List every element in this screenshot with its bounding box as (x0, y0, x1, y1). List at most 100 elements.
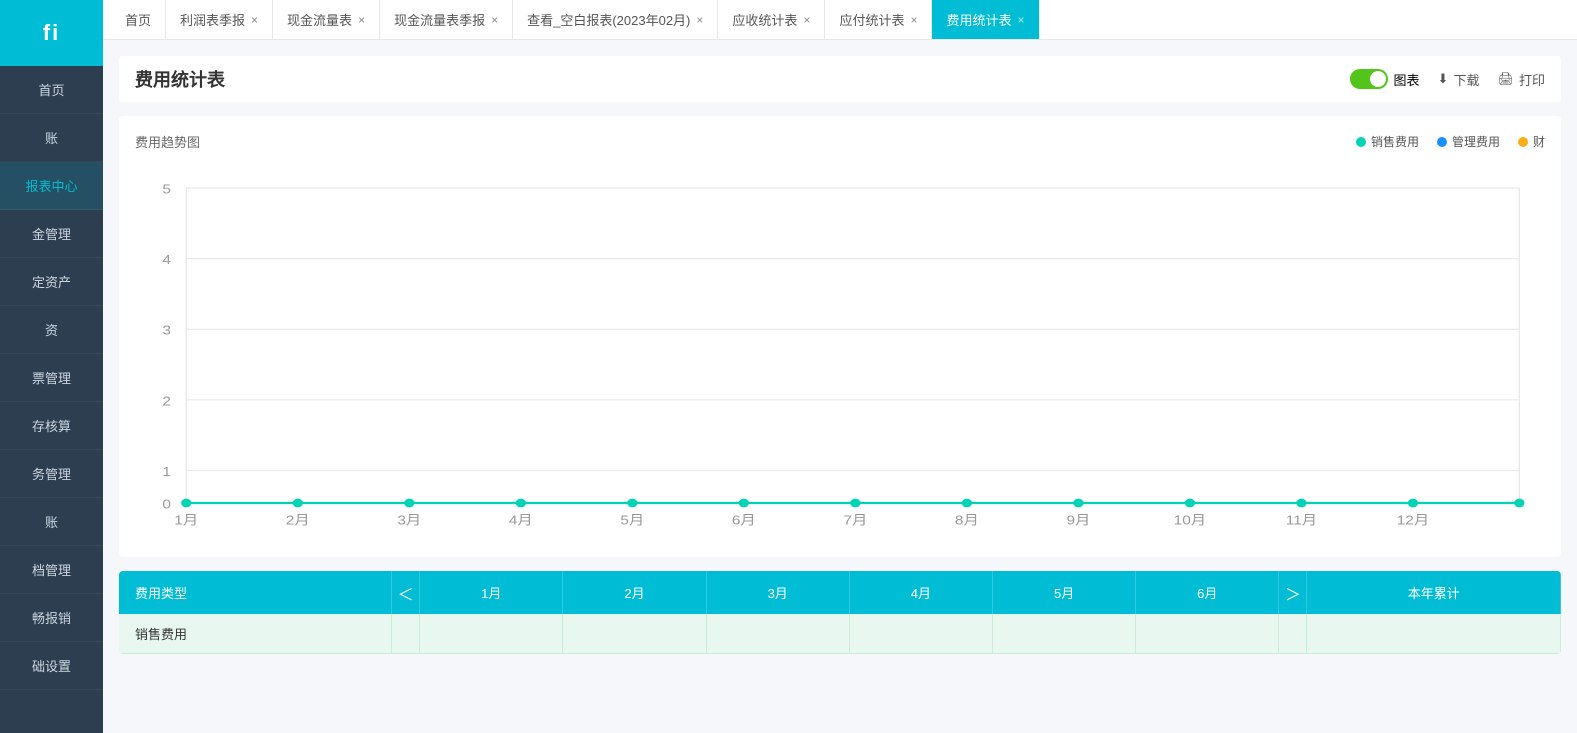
svg-text:9月: 9月 (1066, 514, 1090, 529)
legend-finance-label: 财 (1533, 133, 1545, 150)
col-next[interactable]: ＞ (1279, 571, 1307, 614)
row-nav-prev (392, 614, 420, 654)
tab-blank-report-label: 查看_空白报表(2023年02月) (527, 10, 690, 29)
sidebar: fi 首页 账 报表中心 金管理 定资产 资 票管理 存核算 务管理 账 档管理… (0, 0, 103, 733)
legend-sales-dot (1356, 137, 1366, 147)
page-header: 费用统计表 图表 ⬇ 下载 🖨 打印 (119, 56, 1561, 102)
col-prev[interactable]: ＜ (392, 571, 420, 614)
tab-cashflow-label: 现金流量表 (287, 10, 352, 29)
svg-text:5: 5 (162, 183, 171, 198)
sidebar-logo: fi (0, 0, 103, 66)
tab-cashflow-quarter[interactable]: 现金流量表季报 × (380, 0, 513, 40)
chart-legend: 销售费用 管理费用 财 (1356, 133, 1545, 150)
content-area: 费用统计表 图表 ⬇ 下载 🖨 打印 费用趋势图 (103, 40, 1577, 733)
main-area: 首页 利润表季报 × 现金流量表 × 现金流量表季报 × 查看_空白报表(202… (103, 0, 1577, 733)
tab-expense-stat[interactable]: 费用统计表 × (932, 0, 1039, 40)
print-button[interactable]: 🖨 打印 (1497, 70, 1545, 89)
expense-table: 费用类型 ＜ 1月 2月 3月 4月 5月 6月 ＞ 本年累计 销售费用 (119, 571, 1561, 654)
sidebar-item-home[interactable]: 首页 (0, 66, 103, 114)
svg-text:3: 3 (162, 324, 171, 339)
tab-payable-label: 应付统计表 (839, 10, 904, 29)
chart-toggle-wrap: 图表 (1350, 69, 1420, 89)
svg-text:0: 0 (162, 497, 171, 512)
sidebar-item-expense[interactable]: 畅报销 (0, 594, 103, 642)
tab-cashflow-close[interactable]: × (358, 13, 365, 27)
trend-chart: 5 4 3 2 1 0 (135, 161, 1545, 541)
sidebar-item-settings[interactable]: 础设置 (0, 642, 103, 690)
page-title: 费用统计表 (135, 66, 225, 92)
legend-sales: 销售费用 (1356, 133, 1419, 150)
tab-cashflow-quarter-label: 现金流量表季报 (394, 10, 485, 29)
legend-admin-dot (1437, 137, 1447, 147)
chart-container: 5 4 3 2 1 0 (135, 161, 1545, 541)
chart-header: 费用趋势图 销售费用 管理费用 财 (135, 132, 1545, 151)
tab-receivable[interactable]: 应收统计表 × (718, 0, 825, 40)
legend-sales-label: 销售费用 (1371, 133, 1419, 150)
row-m6 (1136, 614, 1279, 654)
svg-text:3月: 3月 (397, 514, 421, 529)
data-table-wrap: 费用类型 ＜ 1月 2月 3月 4月 5月 6月 ＞ 本年累计 销售费用 (119, 571, 1561, 654)
row-type: 销售费用 (119, 614, 392, 654)
sidebar-item-finance[interactable]: 金管理 (0, 210, 103, 258)
legend-admin-label: 管理费用 (1452, 133, 1500, 150)
tab-blank-report-close[interactable]: × (696, 13, 703, 27)
sidebar-item-archive[interactable]: 档管理 (0, 546, 103, 594)
svg-text:2: 2 (162, 394, 171, 409)
tab-payable[interactable]: 应付统计表 × (825, 0, 932, 40)
print-label: 打印 (1519, 70, 1545, 89)
legend-admin: 管理费用 (1437, 133, 1500, 150)
svg-text:10月: 10月 (1174, 514, 1206, 529)
svg-text:6月: 6月 (732, 514, 756, 529)
tab-home[interactable]: 首页 (111, 0, 166, 40)
col-m3: 3月 (706, 571, 849, 614)
svg-text:4: 4 (162, 253, 171, 268)
sidebar-item-inventory[interactable]: 存核算 (0, 402, 103, 450)
chart-toggle[interactable] (1350, 69, 1388, 89)
col-m2: 2月 (563, 571, 706, 614)
col-m1: 1月 (420, 571, 563, 614)
chart-toggle-label: 图表 (1394, 70, 1420, 89)
tab-cashflow[interactable]: 现金流量表 × (273, 0, 380, 40)
tab-receivable-close[interactable]: × (803, 13, 810, 27)
col-m4: 4月 (849, 571, 992, 614)
sidebar-item-invoice[interactable]: 票管理 (0, 354, 103, 402)
sidebar-item-ledger[interactable]: 账 (0, 498, 103, 546)
table-row: 销售费用 (119, 614, 1561, 654)
sidebar-item-capital[interactable]: 资 (0, 306, 103, 354)
row-m3 (706, 614, 849, 654)
legend-finance: 财 (1518, 133, 1545, 150)
svg-text:5月: 5月 (620, 514, 644, 529)
sidebar-item-account[interactable]: 账 (0, 114, 103, 162)
sidebar-item-assets[interactable]: 定资产 (0, 258, 103, 306)
tab-cashflow-quarter-close[interactable]: × (491, 13, 498, 27)
tab-profit-close[interactable]: × (251, 13, 258, 27)
col-m5: 5月 (992, 571, 1135, 614)
sidebar-item-reports[interactable]: 报表中心 (0, 162, 103, 210)
row-m2 (563, 614, 706, 654)
tab-home-label: 首页 (125, 10, 151, 29)
col-type: 费用类型 (119, 571, 392, 614)
row-m1 (420, 614, 563, 654)
tab-receivable-label: 应收统计表 (732, 10, 797, 29)
tab-profit-label: 利润表季报 (180, 10, 245, 29)
header-actions: 图表 ⬇ 下载 🖨 打印 (1350, 69, 1545, 89)
download-label: 下载 (1453, 70, 1479, 89)
print-icon: 🖨 (1497, 71, 1514, 87)
svg-text:12月: 12月 (1397, 514, 1429, 529)
col-m6: 6月 (1136, 571, 1279, 614)
svg-text:11月: 11月 (1286, 514, 1317, 529)
tab-payable-close[interactable]: × (910, 13, 917, 27)
tab-expense-stat-close[interactable]: × (1017, 13, 1024, 27)
row-m4 (849, 614, 992, 654)
svg-text:7月: 7月 (843, 514, 867, 529)
row-ytd (1307, 614, 1561, 654)
tab-bar: 首页 利润表季报 × 现金流量表 × 现金流量表季报 × 查看_空白报表(202… (103, 0, 1577, 40)
tab-profit[interactable]: 利润表季报 × (166, 0, 273, 40)
tab-expense-stat-label: 费用统计表 (946, 10, 1011, 29)
col-ytd: 本年累计 (1307, 571, 1561, 614)
row-m5 (992, 614, 1135, 654)
chart-card: 费用趋势图 销售费用 管理费用 财 (119, 116, 1561, 557)
download-button[interactable]: ⬇ 下载 (1438, 70, 1480, 89)
sidebar-item-service[interactable]: 务管理 (0, 450, 103, 498)
tab-blank-report[interactable]: 查看_空白报表(2023年02月) × (513, 0, 718, 40)
